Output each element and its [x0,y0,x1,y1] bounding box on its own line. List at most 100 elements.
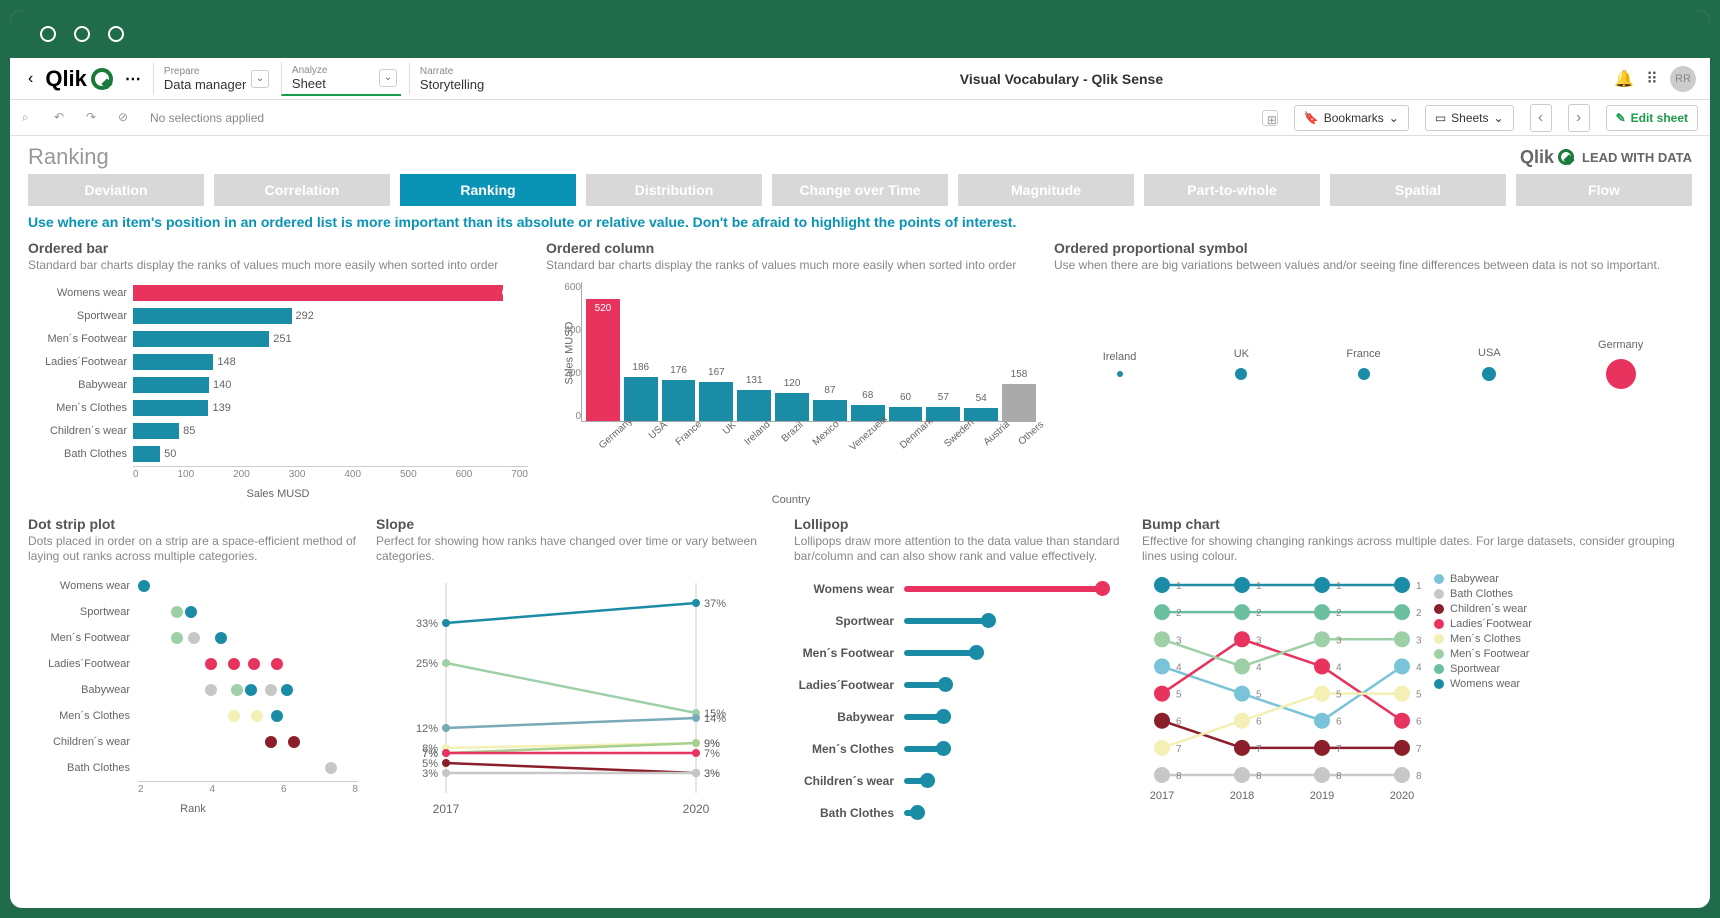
bar-row[interactable]: Men´s Clothes139 [28,397,528,419]
sheet-content: Ranking Qlik LEAD WITH DATA DeviationCor… [10,136,1710,908]
svg-text:33%: 33% [416,618,438,630]
chart-bump: Bump chart Effective for showing changin… [1142,516,1692,829]
svg-text:2020: 2020 [683,802,710,816]
tab-distribution[interactable]: Distribution [586,174,762,206]
svg-text:7%: 7% [704,748,720,760]
tab-change-over-time[interactable]: Change over Time [772,174,948,206]
dotstrip-row: Bath Clothes [28,755,358,781]
nav-narrate[interactable]: NarrateStorytelling [409,63,509,95]
overflow-menu[interactable]: ⋯ [121,65,145,93]
dotstrip-row: Children´s wear [28,729,358,755]
lollipop-row[interactable]: Babywear [794,701,1124,733]
svg-text:3: 3 [1416,635,1422,646]
sheets-dropdown[interactable]: ▭Sheets⌄ [1425,105,1514,131]
tab-correlation[interactable]: Correlation [214,174,390,206]
svg-text:6: 6 [1176,716,1182,727]
tab-deviation[interactable]: Deviation [28,174,204,206]
column-bar[interactable]: 520 [586,299,620,420]
svg-text:4: 4 [1256,662,1262,673]
tab-part-to-whole[interactable]: Part-to-whole [1144,174,1320,206]
bar-row[interactable]: Bath Clothes50 [28,443,528,465]
chart-prop-symbol: Ordered proportional symbol Use when the… [1054,240,1692,506]
window-control-close[interactable] [40,26,56,42]
qlik-logo: Qlik [45,66,113,92]
step-back-icon[interactable]: ↶ [54,110,70,126]
svg-text:2: 2 [1256,608,1262,619]
insight-icon[interactable]: ⊞ [1262,110,1278,126]
legend-item[interactable]: Men´s Clothes [1434,633,1532,645]
clear-icon[interactable]: ⊘ [118,110,134,126]
tab-magnitude[interactable]: Magnitude [958,174,1134,206]
svg-text:6: 6 [1256,716,1262,727]
dotstrip-row: Babywear [28,677,358,703]
svg-text:2018: 2018 [1230,790,1254,802]
svg-text:6: 6 [1416,716,1422,727]
lollipop-row[interactable]: Bath Clothes [794,797,1124,829]
legend-item[interactable]: Men´s Footwear [1434,648,1532,660]
bell-icon[interactable]: 🔔 [1614,69,1634,89]
svg-text:2017: 2017 [1150,790,1174,802]
lollipop-row[interactable]: Womens wear [794,573,1124,605]
svg-text:5: 5 [1336,689,1342,700]
category-tabs: Deviation Correlation Ranking Distribution C… [28,174,1692,206]
search-selection-icon[interactable]: ⌕ [22,110,38,126]
legend-item[interactable]: Ladies´Footwear [1434,618,1532,630]
lollipop-row[interactable]: Ladies´Footwear [794,669,1124,701]
lollipop-row[interactable]: Children´s wear [794,765,1124,797]
step-fwd-icon[interactable]: ↷ [86,110,102,126]
svg-text:8: 8 [1336,771,1342,782]
chevron-down-icon: ⌄ [379,69,397,87]
bar-row[interactable]: Sportwear292 [28,305,528,327]
svg-text:2019: 2019 [1310,790,1334,802]
svg-text:5: 5 [1176,689,1182,700]
tab-ranking[interactable]: Ranking [400,174,576,206]
next-sheet[interactable]: › [1568,104,1590,132]
prev-sheet[interactable]: ‹ [1530,104,1552,132]
bubble[interactable]: Germany [1598,339,1643,389]
bar-row[interactable]: Men´s Footwear251 [28,328,528,350]
svg-text:1: 1 [1256,581,1262,592]
legend-item[interactable]: Sportwear [1434,663,1532,675]
nav-analyze[interactable]: AnalyzeSheet⌄ [281,62,401,96]
svg-text:8: 8 [1256,771,1262,782]
svg-text:8: 8 [1416,771,1422,782]
svg-text:3: 3 [1176,635,1182,646]
bookmarks-dropdown[interactable]: 🔖Bookmarks⌄ [1294,105,1409,131]
window-titlebar [10,10,1710,58]
chevron-down-icon: ⌄ [251,70,269,88]
svg-text:5: 5 [1416,689,1422,700]
legend-item[interactable]: Children´s wear [1434,603,1532,615]
svg-text:3: 3 [1256,635,1262,646]
lollipop-row[interactable]: Sportwear [794,605,1124,637]
bar-row[interactable]: Womens wear681 [28,282,528,304]
legend-item[interactable]: Babywear [1434,573,1532,585]
column-bar[interactable]: 167 [699,382,733,421]
svg-text:5: 5 [1256,689,1262,700]
bar-row[interactable]: Ladies´Footwear148 [28,351,528,373]
avatar[interactable]: RR [1670,66,1696,92]
tab-flow[interactable]: Flow [1516,174,1692,206]
svg-text:6: 6 [1336,716,1342,727]
svg-text:2017: 2017 [433,802,460,816]
legend-item[interactable]: Womens wear [1434,678,1532,690]
lollipop-row[interactable]: Men´s Footwear [794,637,1124,669]
grid-icon[interactable]: ⠿ [1642,69,1662,89]
bar-row[interactable]: Babywear140 [28,374,528,396]
lollipop-row[interactable]: Men´s Clothes [794,733,1124,765]
svg-text:2: 2 [1336,608,1342,619]
window-control-min[interactable] [74,26,90,42]
nav-prepare[interactable]: PrepareData manager⌄ [153,63,273,95]
bubble[interactable]: Ireland [1103,351,1137,377]
legend-item[interactable]: Bath Clothes [1434,588,1532,600]
bar-row[interactable]: Children´s wear85 [28,420,528,442]
bubble[interactable]: France [1346,348,1380,380]
bubble[interactable]: USA [1478,347,1501,381]
chart-lollipop: Lollipop Lollipops draw more attention t… [794,516,1124,829]
chart-ordered-column: Ordered column Standard bar charts displ… [546,240,1036,506]
bubble[interactable]: UK [1234,348,1249,380]
back-button[interactable]: ‹ [24,66,37,92]
window-control-max[interactable] [108,26,124,42]
no-selections-text: No selections applied [150,111,264,125]
tab-spatial[interactable]: Spatial [1330,174,1506,206]
edit-sheet-button[interactable]: ✎Edit sheet [1606,105,1698,131]
